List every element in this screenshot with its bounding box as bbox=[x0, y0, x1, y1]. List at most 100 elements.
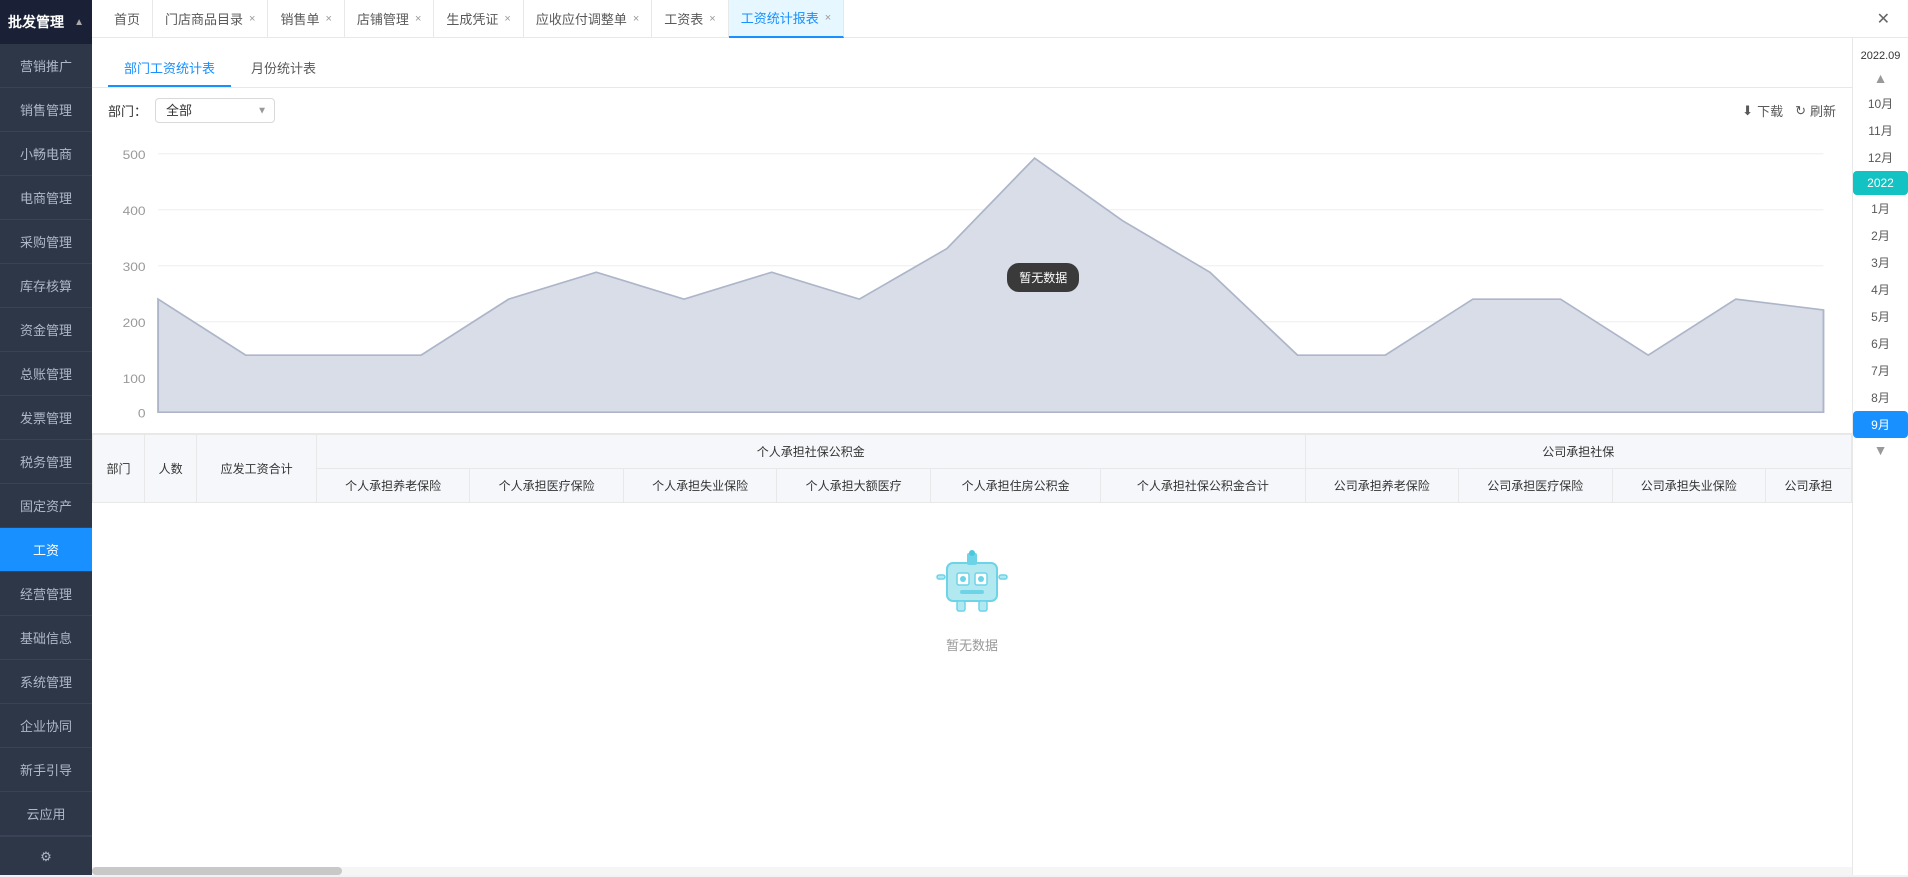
sidebar-item-系统管理[interactable]: 系统管理 bbox=[0, 660, 92, 704]
sidebar-item-小畅电商[interactable]: 小畅电商 bbox=[0, 132, 92, 176]
tab-门店商品目录[interactable]: 门店商品目录× bbox=[153, 0, 268, 38]
col-total-salary: 应发工资合计 bbox=[197, 435, 317, 503]
sidebar-item-营销推广[interactable]: 营销推广 bbox=[0, 44, 92, 88]
svg-text:300: 300 bbox=[123, 260, 146, 274]
timeline-month-7月[interactable]: 7月 bbox=[1853, 357, 1908, 384]
col-company-pension: 公司承担养老保险 bbox=[1305, 469, 1459, 503]
tab-工资统计报表[interactable]: 工资统计报表× bbox=[729, 0, 844, 38]
sidebar-items-container: 营销推广销售管理小畅电商电商管理采购管理库存核算资金管理总账管理发票管理税务管理… bbox=[0, 44, 92, 836]
tab-close-icon[interactable]: × bbox=[504, 13, 510, 25]
tab-bar-close-button[interactable]: ✕ bbox=[1869, 9, 1898, 29]
tab-close-icon[interactable]: × bbox=[825, 12, 831, 24]
main-area: 首页门店商品目录×销售单×店铺管理×生成凭证×应收应付调整单×工资表×工资统计报… bbox=[92, 0, 1908, 875]
sidebar-item-税务管理[interactable]: 税务管理 bbox=[0, 440, 92, 484]
timeline-month-8月[interactable]: 8月 bbox=[1853, 384, 1908, 411]
sidebar-item-基础信息[interactable]: 基础信息 bbox=[0, 616, 92, 660]
timeline-month-4月[interactable]: 4月 bbox=[1853, 276, 1908, 303]
svg-text:200: 200 bbox=[123, 316, 146, 330]
svg-text:100: 100 bbox=[123, 372, 146, 386]
sidebar-item-新手引导[interactable]: 新手引导 bbox=[0, 748, 92, 792]
sidebar-title: 批发管理 bbox=[8, 12, 64, 32]
tab-close-icon[interactable]: × bbox=[709, 13, 715, 25]
dept-select-wrapper: 全部 bbox=[155, 98, 275, 123]
sidebar-item-固定资产[interactable]: 固定资产 bbox=[0, 484, 92, 528]
download-icon: ⬇ bbox=[1742, 103, 1753, 119]
tab-label: 销售单 bbox=[280, 9, 319, 28]
page-content: 部门工资统计表 月份统计表 部门： 全部 ⬇ 下载 bbox=[92, 38, 1852, 875]
tab-生成凭证[interactable]: 生成凭证× bbox=[434, 0, 523, 38]
col-count: 人数 bbox=[145, 435, 197, 503]
tab-label: 店铺管理 bbox=[357, 9, 409, 28]
sidebar-item-云应用[interactable]: 云应用 bbox=[0, 792, 92, 836]
salary-chart: 500 400 300 200 100 0 bbox=[108, 143, 1836, 423]
col-personal-pension: 个人承担养老保险 bbox=[316, 469, 470, 503]
col-dept: 部门 bbox=[93, 435, 145, 503]
tab-close-icon[interactable]: × bbox=[325, 13, 331, 25]
no-data-icon bbox=[932, 543, 1012, 623]
table-no-data-text: 暂无数据 bbox=[946, 635, 998, 654]
tab-close-icon[interactable]: × bbox=[415, 13, 421, 25]
timeline-panel: 2022.09 ▲ 10月11月12月20221月2月3月4月5月6月7月8月9… bbox=[1852, 38, 1908, 875]
sidebar: 批发管理 ▲ 营销推广销售管理小畅电商电商管理采购管理库存核算资金管理总账管理发… bbox=[0, 0, 92, 875]
table-scrollbar[interactable] bbox=[92, 867, 1852, 875]
tab-店铺管理[interactable]: 店铺管理 × bbox=[345, 0, 434, 38]
dept-label: 部门： bbox=[108, 101, 147, 120]
table-header-row-2: 个人承担养老保险 个人承担医疗保险 个人承担失业保险 个人承担大额医疗 个人承担… bbox=[93, 469, 1852, 503]
sidebar-item-销售管理[interactable]: 销售管理 bbox=[0, 88, 92, 132]
timeline-month-2月[interactable]: 2月 bbox=[1853, 222, 1908, 249]
timeline-month-6月[interactable]: 6月 bbox=[1853, 330, 1908, 357]
timeline-month-1月[interactable]: 1月 bbox=[1853, 195, 1908, 222]
tab-工资表[interactable]: 工资表× bbox=[652, 0, 728, 38]
col-personal-major-medical: 个人承担大额医疗 bbox=[777, 469, 931, 503]
tab-close-icon[interactable]: × bbox=[249, 13, 255, 25]
timeline-months-container: 10月11月12月20221月2月3月4月5月6月7月8月9月 bbox=[1853, 90, 1908, 438]
timeline-month-12月[interactable]: 12月 bbox=[1853, 144, 1908, 171]
chart-area: 500 400 300 200 100 0 暂无数 bbox=[92, 133, 1852, 433]
timeline-month-10月[interactable]: 10月 bbox=[1853, 90, 1908, 117]
dept-select[interactable]: 全部 bbox=[155, 98, 275, 123]
svg-text:400: 400 bbox=[123, 204, 146, 218]
refresh-button[interactable]: ↻ 刷新 bbox=[1795, 101, 1836, 120]
table-wrapper[interactable]: 部门 人数 应发工资合计 个人承担社保公积金 公司承担社保 个人承担养老保险 个… bbox=[92, 433, 1852, 867]
sidebar-item-工资[interactable]: 工资 bbox=[0, 528, 92, 572]
col-company-unemployment: 公司承担失业保险 bbox=[1612, 469, 1766, 503]
toolbar: 部门： 全部 ⬇ 下载 ↻ 刷新 bbox=[92, 88, 1852, 133]
table-scrollbar-thumb[interactable] bbox=[92, 867, 342, 875]
table-header-row-1: 部门 人数 应发工资合计 个人承担社保公积金 公司承担社保 bbox=[93, 435, 1852, 469]
tab-应收应付调整单[interactable]: 应收应付调整单× bbox=[524, 0, 652, 38]
svg-text:0: 0 bbox=[138, 407, 146, 421]
tab-首页[interactable]: 首页 bbox=[102, 0, 153, 38]
sidebar-item-采购管理[interactable]: 采购管理 bbox=[0, 220, 92, 264]
timeline-down-arrow[interactable]: ▼ bbox=[1870, 438, 1892, 462]
col-personal-unemployment: 个人承担失业保险 bbox=[623, 469, 777, 503]
timeline-month-5月[interactable]: 5月 bbox=[1853, 303, 1908, 330]
sidebar-item-企业协同[interactable]: 企业协同 bbox=[0, 704, 92, 748]
refresh-label: 刷新 bbox=[1810, 101, 1836, 120]
sidebar-item-发票管理[interactable]: 发票管理 bbox=[0, 396, 92, 440]
tab-monthly-stats[interactable]: 月份统计表 bbox=[235, 50, 332, 87]
sidebar-item-总账管理[interactable]: 总账管理 bbox=[0, 352, 92, 396]
tab-销售单[interactable]: 销售单 × bbox=[268, 0, 344, 38]
sidebar-header[interactable]: 批发管理 ▲ bbox=[0, 0, 92, 44]
tab-close-icon[interactable]: × bbox=[633, 13, 639, 25]
timeline-month-2022[interactable]: 2022 bbox=[1853, 171, 1908, 195]
sidebar-settings[interactable]: ⚙ bbox=[0, 836, 92, 877]
sidebar-item-库存核算[interactable]: 库存核算 bbox=[0, 264, 92, 308]
timeline-current-year: 2022.09 bbox=[1859, 46, 1903, 66]
tab-items-container: 首页门店商品目录×销售单×店铺管理×生成凭证×应收应付调整单×工资表×工资统计报… bbox=[102, 0, 844, 38]
sidebar-item-电商管理[interactable]: 电商管理 bbox=[0, 176, 92, 220]
timeline-month-9月[interactable]: 9月 bbox=[1853, 411, 1908, 438]
timeline-month-11月[interactable]: 11月 bbox=[1853, 117, 1908, 144]
timeline-up-arrow[interactable]: ▲ bbox=[1870, 66, 1892, 90]
sub-tabs: 部门工资统计表 月份统计表 bbox=[92, 38, 1852, 88]
col-personal-total: 个人承担社保公积金合计 bbox=[1101, 469, 1305, 503]
timeline-month-3月[interactable]: 3月 bbox=[1853, 249, 1908, 276]
sidebar-item-经营管理[interactable]: 经营管理 bbox=[0, 572, 92, 616]
tab-bar: 首页门店商品目录×销售单×店铺管理×生成凭证×应收应付调整单×工资表×工资统计报… bbox=[92, 0, 1908, 38]
download-button[interactable]: ⬇ 下载 bbox=[1742, 101, 1783, 120]
tab-dept-salary[interactable]: 部门工资统计表 bbox=[108, 50, 231, 87]
sidebar-collapse-icon: ▲ bbox=[74, 17, 84, 28]
sidebar-item-资金管理[interactable]: 资金管理 bbox=[0, 308, 92, 352]
svg-text:500: 500 bbox=[123, 148, 146, 162]
col-company-insurance: 公司承担社保 bbox=[1305, 435, 1852, 469]
